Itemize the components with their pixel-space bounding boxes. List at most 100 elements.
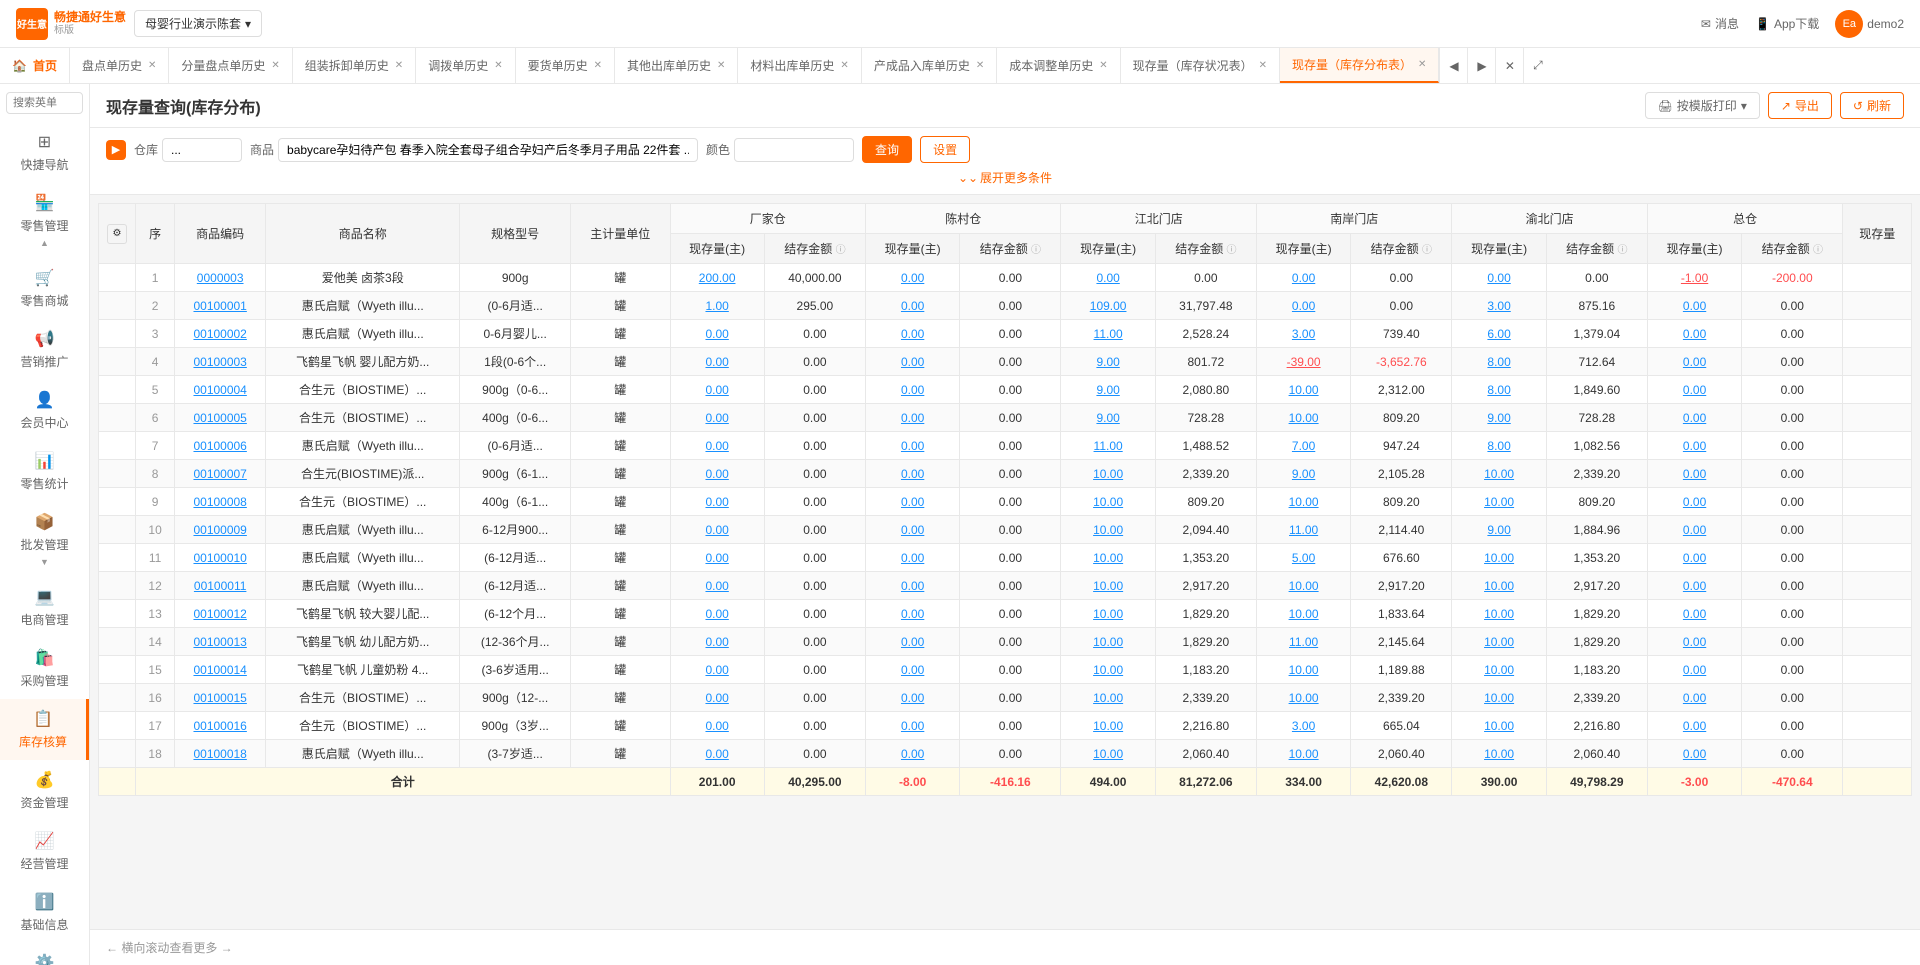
- close-icon[interactable]: ✕: [976, 60, 984, 71]
- product-code-link[interactable]: 00100011: [194, 579, 247, 593]
- qty-link[interactable]: 10.00: [1289, 691, 1319, 705]
- qty-link[interactable]: 0.00: [901, 607, 924, 621]
- close-icon[interactable]: ✕: [594, 60, 602, 71]
- qty-link[interactable]: 0.00: [705, 439, 728, 453]
- product-code-link[interactable]: 00100006: [193, 439, 246, 453]
- qty-link[interactable]: 0.00: [901, 327, 924, 341]
- qty-link[interactable]: 0.00: [1683, 635, 1706, 649]
- qty-link[interactable]: 10.00: [1484, 495, 1514, 509]
- qty-link[interactable]: 0.00: [901, 271, 924, 285]
- qty-link[interactable]: 7.00: [1292, 439, 1315, 453]
- qty-link[interactable]: 10.00: [1093, 523, 1123, 537]
- sidebar-item-member[interactable]: 👤 会员中心: [0, 380, 89, 441]
- tab-partial-inventory[interactable]: 分量盘点单历史 ✕: [169, 48, 292, 83]
- qty-link[interactable]: 0.00: [1292, 271, 1315, 285]
- user-nav[interactable]: Ea demo2: [1835, 10, 1904, 38]
- sidebar-item-finance[interactable]: 💰 资金管理: [0, 760, 89, 821]
- sidebar-item-ecommerce[interactable]: 💻 电商管理: [0, 577, 89, 638]
- qty-link[interactable]: 11.00: [1289, 523, 1318, 537]
- qty-link[interactable]: 0.00: [705, 747, 728, 761]
- qty-link[interactable]: 10.00: [1289, 495, 1319, 509]
- qty-link[interactable]: 0.00: [705, 635, 728, 649]
- qty-link[interactable]: 0.00: [901, 551, 924, 565]
- tab-cost-adjust[interactable]: 成本调整单历史 ✕: [997, 48, 1120, 83]
- qty-link[interactable]: 0.00: [1487, 271, 1510, 285]
- product-code-link[interactable]: 00100002: [193, 327, 246, 341]
- product-input[interactable]: [278, 138, 698, 162]
- qty-link[interactable]: 8.00: [1487, 439, 1510, 453]
- qty-link[interactable]: 10.00: [1093, 467, 1123, 481]
- table-container[interactable]: ⚙ 序 商品编码 商品名称 规格型号 主计量单位 厂家仓 陈村仓 江北门店 南岸…: [90, 195, 1920, 929]
- qty-link[interactable]: 0.00: [1683, 327, 1706, 341]
- qty-link[interactable]: 9.00: [1487, 523, 1510, 537]
- tab-finished-goods[interactable]: 产成品入库单历史 ✕: [862, 48, 997, 83]
- close-icon[interactable]: ✕: [840, 60, 848, 71]
- qty-link[interactable]: 0.00: [705, 327, 728, 341]
- qty-link[interactable]: 3.00: [1292, 719, 1315, 733]
- print-button[interactable]: 🖨 按模版打印 ▾: [1645, 92, 1760, 119]
- tab-home[interactable]: 🏠 首页: [0, 48, 70, 83]
- info-icon[interactable]: ⓘ: [836, 245, 846, 256]
- close-icon[interactable]: ✕: [271, 60, 279, 71]
- qty-link[interactable]: 9.00: [1487, 411, 1510, 425]
- qty-link[interactable]: 3.00: [1292, 327, 1315, 341]
- qty-link[interactable]: 10.00: [1093, 719, 1123, 733]
- qty-link[interactable]: 0.00: [705, 579, 728, 593]
- qty-link[interactable]: 0.00: [901, 495, 924, 509]
- close-icon[interactable]: ✕: [1418, 59, 1426, 70]
- qty-link[interactable]: 0.00: [1683, 663, 1706, 677]
- qty-link[interactable]: 8.00: [1487, 355, 1510, 369]
- industry-select[interactable]: 母婴行业演示陈套 ▾: [134, 10, 262, 37]
- info-icon[interactable]: ⓘ: [1813, 245, 1823, 256]
- app-download-nav[interactable]: 📱 App下载: [1755, 15, 1819, 32]
- qty-link[interactable]: 0.00: [705, 467, 728, 481]
- qty-link[interactable]: 0.00: [901, 691, 924, 705]
- qty-link[interactable]: 0.00: [1683, 579, 1706, 593]
- qty-link[interactable]: 0.00: [1683, 747, 1706, 761]
- product-code-link[interactable]: 00100001: [193, 299, 246, 313]
- qty-link[interactable]: 9.00: [1096, 383, 1119, 397]
- qty-link[interactable]: 10.00: [1484, 551, 1514, 565]
- product-code-link[interactable]: 00100004: [193, 383, 246, 397]
- product-code-link[interactable]: 0000003: [197, 271, 244, 285]
- tab-transfer[interactable]: 调拨单历史 ✕: [416, 48, 515, 83]
- product-code-link[interactable]: 00100008: [193, 495, 246, 509]
- info-icon[interactable]: ⓘ: [1031, 245, 1041, 256]
- qty-link[interactable]: 11.00: [1289, 635, 1318, 649]
- tab-prev-btn[interactable]: ◀: [1439, 48, 1467, 84]
- info-icon[interactable]: ⓘ: [1422, 245, 1432, 256]
- qty-link[interactable]: 10.00: [1289, 607, 1319, 621]
- tab-inventory-check[interactable]: 盘点单历史 ✕: [70, 48, 169, 83]
- tab-close-btn[interactable]: ✕: [1495, 48, 1523, 84]
- qty-link[interactable]: 0.00: [705, 551, 728, 565]
- qty-link[interactable]: 10.00: [1484, 467, 1514, 481]
- qty-link[interactable]: 9.00: [1096, 355, 1119, 369]
- expand-more-btn[interactable]: ⌄⌄ 展开更多条件: [958, 169, 1052, 186]
- qty-link[interactable]: 0.00: [1683, 411, 1706, 425]
- qty-link[interactable]: 109.00: [1090, 299, 1127, 313]
- qty-link[interactable]: 0.00: [705, 355, 728, 369]
- qty-link[interactable]: 10.00: [1289, 383, 1319, 397]
- expand-toggle-button[interactable]: ▶: [106, 140, 126, 160]
- qty-link[interactable]: 200.00: [699, 271, 736, 285]
- sidebar-item-wholesale[interactable]: 📦 批发管理 ▼: [0, 502, 89, 577]
- qty-link[interactable]: -39.00: [1287, 355, 1321, 369]
- sidebar-item-retail-mgmt[interactable]: 🏪 零售管理 ▲: [0, 183, 89, 258]
- qty-link[interactable]: 0.00: [705, 607, 728, 621]
- close-icon[interactable]: ✕: [1099, 60, 1107, 71]
- qty-link[interactable]: 8.00: [1487, 383, 1510, 397]
- qty-link[interactable]: 10.00: [1093, 635, 1123, 649]
- tab-order[interactable]: 要货单历史 ✕: [516, 48, 615, 83]
- qty-link[interactable]: -1.00: [1681, 271, 1708, 285]
- qty-link[interactable]: 0.00: [901, 411, 924, 425]
- sidebar-item-base-info[interactable]: ℹ️ 基础信息: [0, 882, 89, 943]
- qty-link[interactable]: 0.00: [1683, 439, 1706, 453]
- qty-link[interactable]: 10.00: [1093, 495, 1123, 509]
- qty-link[interactable]: 0.00: [901, 355, 924, 369]
- qty-link[interactable]: 10.00: [1289, 663, 1319, 677]
- close-icon[interactable]: ✕: [1259, 60, 1267, 71]
- qty-link[interactable]: 0.00: [901, 663, 924, 677]
- product-code-link[interactable]: 00100018: [193, 747, 246, 761]
- qty-link[interactable]: 11.00: [1094, 439, 1123, 453]
- qty-link[interactable]: 0.00: [1683, 495, 1706, 509]
